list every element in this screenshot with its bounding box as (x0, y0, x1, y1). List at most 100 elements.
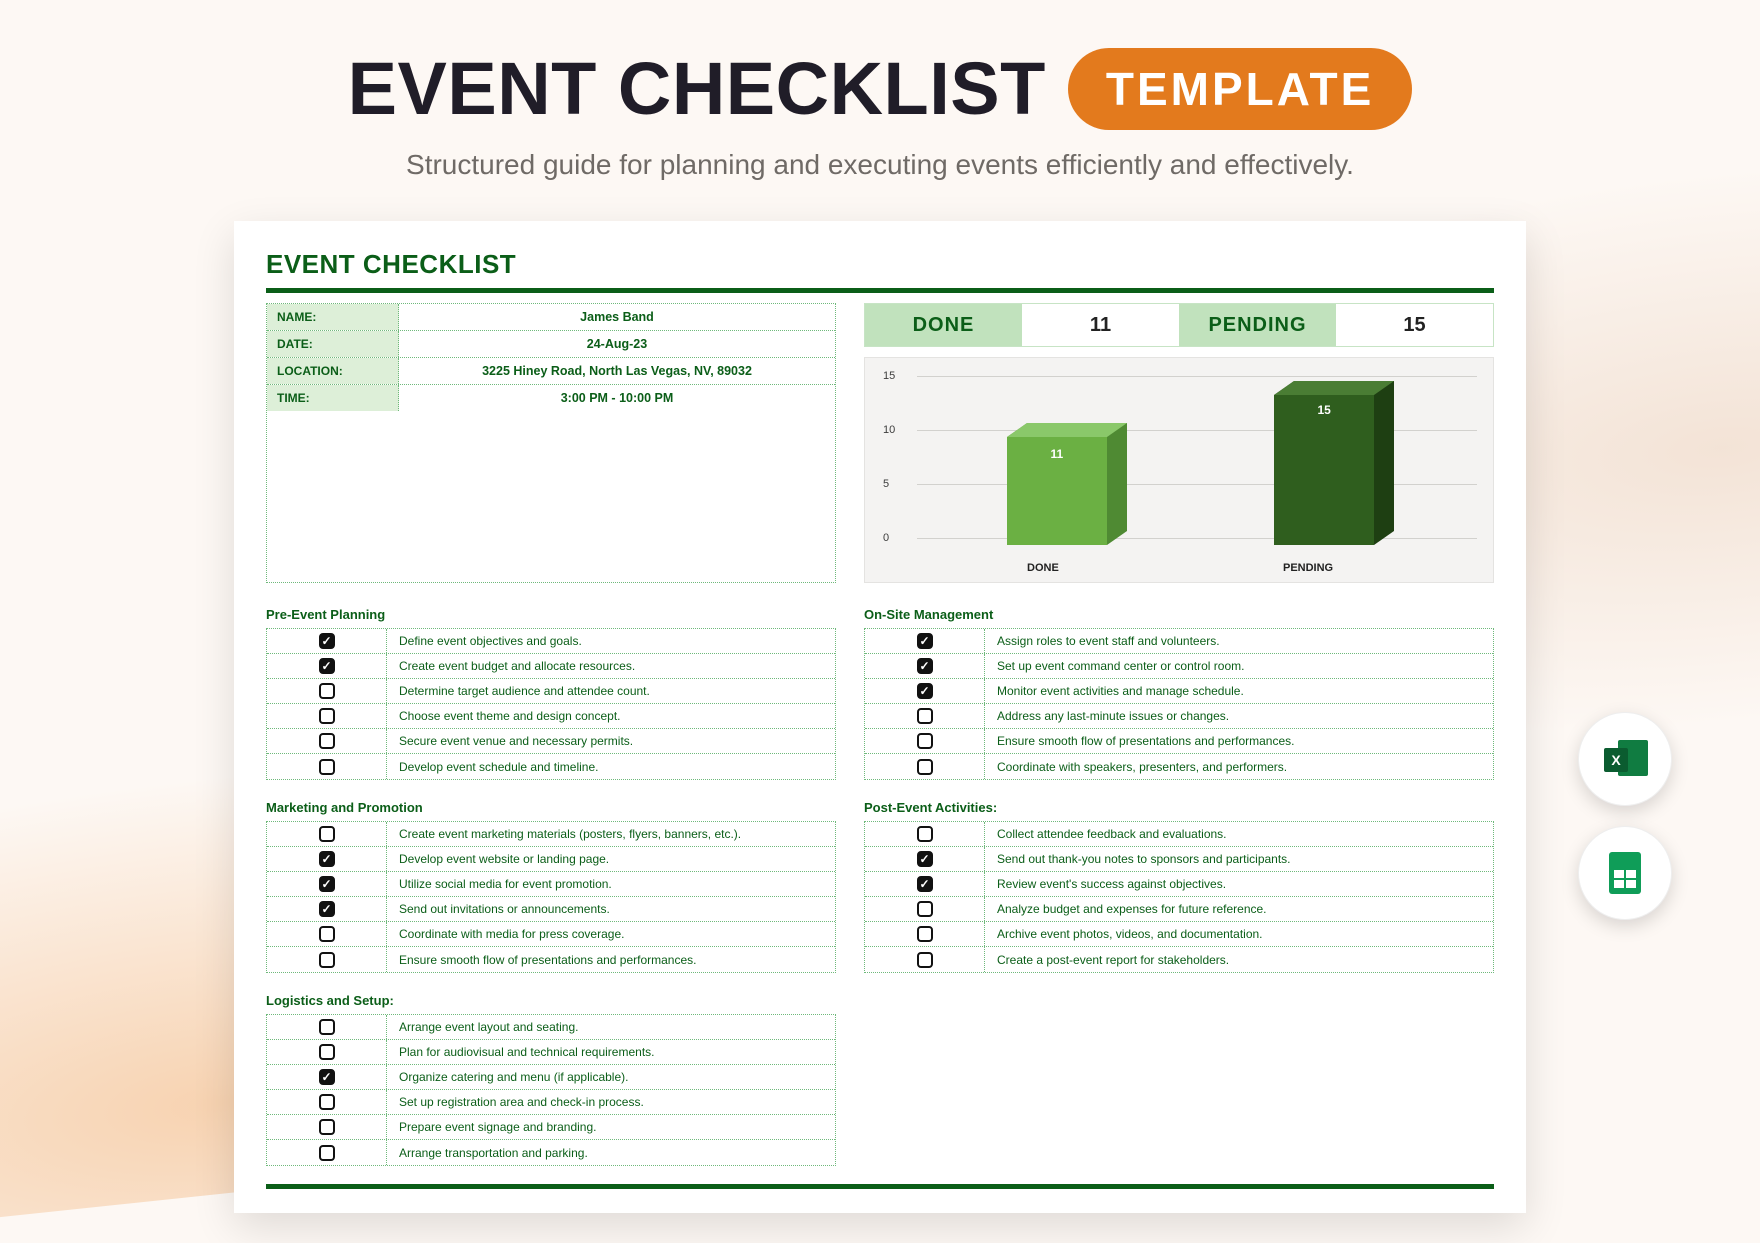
checkbox[interactable] (319, 826, 335, 842)
checklist-item-text: Monitor event activities and manage sche… (985, 684, 1493, 698)
checklist-row: Develop event website or landing page. (267, 847, 835, 872)
checklist-item-text: Create a post-event report for stakehold… (985, 953, 1493, 967)
checkbox[interactable] (319, 1044, 335, 1060)
meta-row-location: LOCATION: 3225 Hiney Road, North Las Veg… (267, 358, 835, 385)
checklist-row: Plan for audiovisual and technical requi… (267, 1040, 835, 1065)
checkbox[interactable] (917, 633, 933, 649)
section-title-onsite: On-Site Management (864, 601, 1494, 628)
checklist-item-text: Create event marketing materials (poster… (387, 827, 835, 841)
summary-row: DONE 11 PENDING 15 (864, 303, 1494, 347)
checkbox[interactable] (319, 851, 335, 867)
sheet-title: EVENT CHECKLIST (266, 249, 1494, 280)
meta-row-date: DATE: 24-Aug-23 (267, 331, 835, 358)
meta-value: James Band (399, 304, 835, 330)
meta-table: NAME: James Band DATE: 24-Aug-23 LOCATIO… (266, 303, 836, 583)
checkbox[interactable] (319, 1119, 335, 1135)
summary-panel: DONE 11 PENDING 15 15 10 5 0 (864, 303, 1494, 583)
checkbox[interactable] (319, 876, 335, 892)
checkbox[interactable] (917, 708, 933, 724)
done-header: DONE (865, 304, 1022, 346)
checklist-item-text: Arrange transportation and parking. (387, 1146, 835, 1160)
checklist-item-text: Plan for audiovisual and technical requi… (387, 1045, 835, 1059)
checklist-row: Develop event schedule and timeline. (267, 754, 835, 779)
y-tick: 10 (883, 424, 895, 436)
checkbox[interactable] (319, 733, 335, 749)
google-sheets-icon (1578, 826, 1672, 920)
x-category: DONE (1027, 562, 1059, 574)
checklist-row: Create event budget and allocate resourc… (267, 654, 835, 679)
checkbox[interactable] (319, 1094, 335, 1110)
divider (266, 1184, 1494, 1189)
checkbox[interactable] (917, 658, 933, 674)
hero-header: EVENT CHECKLIST TEMPLATE Structured guid… (0, 0, 1760, 181)
checklist-item-text: Address any last-minute issues or change… (985, 709, 1493, 723)
checkbox[interactable] (917, 952, 933, 968)
checklist-row: Determine target audience and attendee c… (267, 679, 835, 704)
checkbox[interactable] (319, 926, 335, 942)
checklist-item-text: Prepare event signage and branding. (387, 1120, 835, 1134)
meta-row-time: TIME: 3:00 PM - 10:00 PM (267, 385, 835, 411)
checklist-row: Define event objectives and goals. (267, 629, 835, 654)
checkbox[interactable] (319, 708, 335, 724)
bar-done: 11 (1007, 395, 1131, 550)
section-title-marketing: Marketing and Promotion (266, 794, 836, 821)
checklist-item-text: Ensure smooth flow of presentations and … (985, 734, 1493, 748)
checklist-row: Create a post-event report for stakehold… (865, 947, 1493, 972)
bar-pending: 15 (1274, 379, 1398, 550)
spreadsheet-preview: EVENT CHECKLIST NAME: James Band DATE: 2… (234, 221, 1526, 1213)
column-right: On-Site Management Assign roles to event… (864, 601, 1494, 1166)
checklist-item-text: Develop event schedule and timeline. (387, 760, 835, 774)
checkbox[interactable] (319, 1069, 335, 1085)
checklist-item-text: Assign roles to event staff and voluntee… (985, 634, 1493, 648)
checklist-row: Arrange transportation and parking. (267, 1140, 835, 1165)
meta-value: 24-Aug-23 (399, 331, 835, 357)
checkbox[interactable] (917, 683, 933, 699)
page-subtitle: Structured guide for planning and execut… (0, 149, 1760, 181)
checklist-onsite: Assign roles to event staff and voluntee… (864, 628, 1494, 780)
checklist-item-text: Send out thank-you notes to sponsors and… (985, 852, 1493, 866)
checkbox[interactable] (319, 952, 335, 968)
meta-key: NAME: (267, 304, 399, 330)
checklist-item-text: Organize catering and menu (if applicabl… (387, 1070, 835, 1084)
checklist-item-text: Utilize social media for event promotion… (387, 877, 835, 891)
y-tick: 15 (883, 370, 895, 382)
checklist-item-text: Define event objectives and goals. (387, 634, 835, 648)
checklist-row: Organize catering and menu (if applicabl… (267, 1065, 835, 1090)
checklist-logistics: Arrange event layout and seating.Plan fo… (266, 1014, 836, 1166)
checklist-item-text: Set up event command center or control r… (985, 659, 1493, 673)
checkbox[interactable] (917, 901, 933, 917)
checkbox[interactable] (319, 633, 335, 649)
checkbox[interactable] (917, 851, 933, 867)
checklist-marketing: Create event marketing materials (poster… (266, 821, 836, 973)
checklist-item-text: Archive event photos, videos, and docume… (985, 927, 1493, 941)
checklist-row: Assign roles to event staff and voluntee… (865, 629, 1493, 654)
checkbox[interactable] (319, 1019, 335, 1035)
checklist-item-text: Secure event venue and necessary permits… (387, 734, 835, 748)
checkbox[interactable] (917, 733, 933, 749)
checkbox[interactable] (319, 683, 335, 699)
page-title: EVENT CHECKLIST TEMPLATE (348, 46, 1413, 131)
checklist-item-text: Develop event website or landing page. (387, 852, 835, 866)
checklist-row: Ensure smooth flow of presentations and … (865, 729, 1493, 754)
checkbox[interactable] (319, 901, 335, 917)
meta-key: LOCATION: (267, 358, 399, 384)
checklist-row: Address any last-minute issues or change… (865, 704, 1493, 729)
checkbox[interactable] (917, 826, 933, 842)
meta-value: 3:00 PM - 10:00 PM (399, 385, 835, 411)
done-value: 11 (1022, 304, 1179, 346)
section-title-pre: Pre-Event Planning (266, 601, 836, 628)
checklist-item-text: Choose event theme and design concept. (387, 709, 835, 723)
checkbox[interactable] (917, 759, 933, 775)
checkbox[interactable] (319, 1145, 335, 1161)
divider (266, 288, 1494, 293)
checkbox[interactable] (319, 658, 335, 674)
checkbox[interactable] (917, 926, 933, 942)
excel-icon: X (1578, 712, 1672, 806)
checklist-item-text: Coordinate with speakers, presenters, an… (985, 760, 1493, 774)
meta-row-name: NAME: James Band (267, 304, 835, 331)
checklist-row: Coordinate with media for press coverage… (267, 922, 835, 947)
checkbox[interactable] (917, 876, 933, 892)
checkbox[interactable] (319, 759, 335, 775)
checklist-item-text: Ensure smooth flow of presentations and … (387, 953, 835, 967)
bar-value: 15 (1318, 403, 1331, 417)
